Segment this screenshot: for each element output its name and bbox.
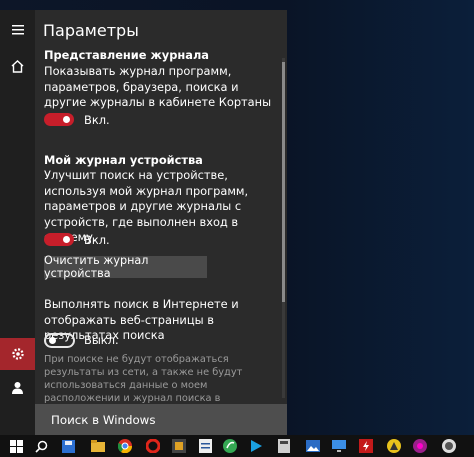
terminal-icon[interactable] [441, 438, 457, 454]
hamburger-icon [11, 25, 24, 35]
person-icon [12, 382, 23, 394]
journal-view-heading: Представление журнала [44, 48, 209, 62]
device-journal-toggle[interactable] [44, 233, 74, 246]
scrollbar-thumb[interactable] [282, 62, 285, 302]
chrome-icon[interactable] [117, 438, 133, 454]
sidebar [0, 10, 35, 435]
opera-icon[interactable] [145, 438, 161, 454]
search-box[interactable]: Поиск в Windows [35, 404, 287, 435]
clear-device-journal-button[interactable]: Очистить журнал устройства [44, 254, 207, 280]
journal-view-description: Показывать журнал программ, параметров, … [44, 64, 272, 109]
journal-view-toggle[interactable] [44, 113, 74, 126]
settings-button[interactable] [0, 338, 35, 370]
web-search-toggle[interactable] [44, 333, 75, 348]
journal-view-toggle-label: Вкл. [84, 113, 110, 127]
flash-icon[interactable] [358, 438, 374, 454]
toggle-knob [49, 337, 56, 344]
web-search-toggle-label: Выкл. [84, 333, 119, 347]
warning-icon[interactable] [386, 438, 402, 454]
play-icon[interactable] [248, 438, 264, 454]
folder-icon[interactable] [90, 438, 106, 454]
circle-icon[interactable] [412, 438, 428, 454]
device-journal-toggle-label: Вкл. [84, 233, 110, 247]
calculator-icon[interactable] [276, 438, 292, 454]
settings-panel: Параметры Представление журнала Показыва… [35, 10, 287, 435]
chart-icon[interactable] [197, 438, 213, 454]
device-journal-heading: Мой журнал устройства [44, 153, 203, 167]
toggle-knob [63, 236, 70, 243]
device-journal-description: Улучшит поиск на устройстве, используя м… [44, 168, 249, 244]
leaf-icon[interactable] [222, 438, 238, 454]
app-icon[interactable] [171, 438, 187, 454]
toggle-knob [63, 116, 70, 123]
monitor-icon[interactable] [331, 438, 347, 454]
search-placeholder: Поиск в Windows [51, 413, 156, 427]
taskbar [0, 435, 474, 457]
search-icon[interactable] [33, 438, 49, 454]
account-button[interactable] [0, 372, 35, 404]
image-icon[interactable] [305, 438, 321, 454]
home-icon [11, 59, 24, 73]
windows-start-icon[interactable] [8, 438, 24, 454]
hamburger-menu-button[interactable] [0, 14, 35, 46]
home-button[interactable] [0, 50, 35, 82]
web-search-description: Выполнять поиск в Интернете и отображать… [44, 297, 239, 342]
gear-icon [11, 348, 24, 360]
save-icon[interactable] [60, 438, 76, 454]
page-title: Параметры [43, 21, 139, 40]
